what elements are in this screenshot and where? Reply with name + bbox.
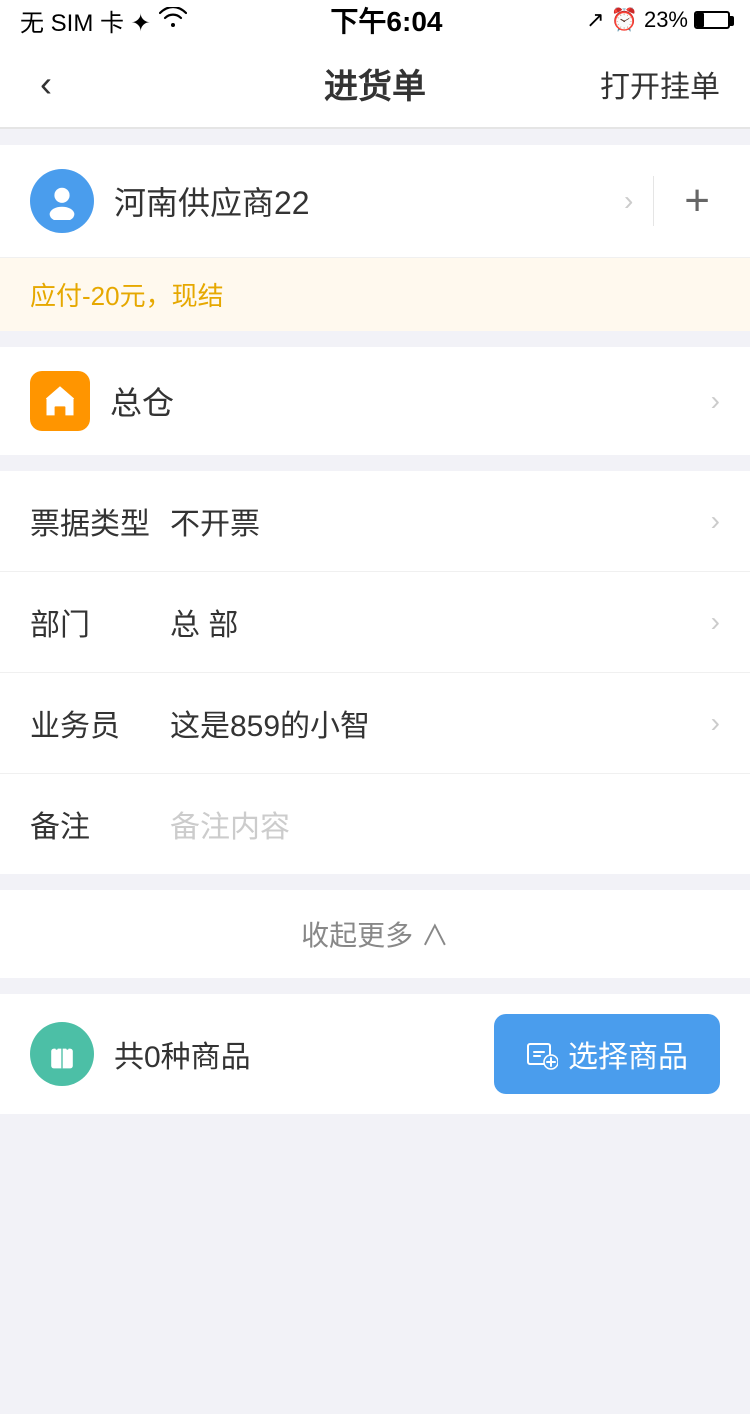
- battery-icon: [694, 11, 730, 29]
- add-supplier-button[interactable]: +: [674, 176, 720, 226]
- form-section: 票据类型 不开票 › 部门 总 部 › 业务员 这是859的小智 › 备注 备注…: [0, 471, 750, 874]
- open-pending-button[interactable]: 打开挂单: [600, 62, 720, 106]
- status-bar-time: 下午6:04: [330, 0, 442, 40]
- department-chevron-icon: ›: [711, 606, 720, 638]
- select-product-label: 选择商品: [568, 1032, 688, 1076]
- warehouse-row[interactable]: 总仓 ›: [0, 347, 750, 455]
- status-bar-left: 无 SIM 卡 ✦: [20, 3, 187, 38]
- collapse-label: 收起更多 ∧: [301, 914, 449, 954]
- select-product-button[interactable]: 选择商品: [494, 1014, 720, 1094]
- warehouse-card[interactable]: 总仓 ›: [0, 347, 750, 455]
- product-icon: [30, 1022, 94, 1086]
- remark-row[interactable]: 备注 备注内容: [0, 774, 750, 874]
- add-product-icon: [526, 1038, 558, 1070]
- warehouse-chevron-icon: ›: [711, 385, 720, 417]
- remark-label: 备注: [30, 802, 170, 846]
- nav-bar: ‹ 进货单 打开挂单: [0, 40, 750, 128]
- salesperson-value: 这是859的小智: [170, 701, 711, 745]
- alarm-icon: ⏰: [611, 7, 638, 33]
- person-icon: [43, 182, 81, 220]
- invoice-type-value: 不开票: [170, 499, 711, 543]
- supplier-chevron-icon: ›: [624, 185, 633, 217]
- notice-bar: 应付-20元，现结: [0, 258, 750, 331]
- department-value: 总 部: [170, 600, 711, 644]
- page-title: 进货单: [324, 59, 426, 108]
- invoice-type-label: 票据类型: [30, 499, 170, 543]
- notice-text: 应付-20元，现结: [30, 281, 224, 311]
- home-icon: [42, 383, 78, 419]
- back-button[interactable]: ‹: [30, 53, 62, 115]
- shopping-bag-icon: [44, 1036, 80, 1072]
- sim-indicator: 无 SIM 卡 ✦: [20, 3, 151, 38]
- product-count-label: 共0种商品: [114, 1032, 474, 1076]
- supplier-name: 河南供应商22: [114, 178, 624, 224]
- products-bar: 共0种商品 选择商品: [0, 994, 750, 1114]
- department-row[interactable]: 部门 总 部 ›: [0, 572, 750, 673]
- status-bar: 无 SIM 卡 ✦ 下午6:04 ↗ ⏰ 23%: [0, 0, 750, 40]
- invoice-type-chevron-icon: ›: [711, 505, 720, 537]
- salesperson-row[interactable]: 业务员 这是859的小智 ›: [0, 673, 750, 774]
- remark-input[interactable]: 备注内容: [170, 802, 720, 846]
- invoice-type-row[interactable]: 票据类型 不开票 ›: [0, 471, 750, 572]
- location-icon: ↗: [586, 7, 604, 33]
- status-bar-right: ↗ ⏰ 23%: [586, 7, 730, 33]
- wifi-icon: [159, 6, 187, 34]
- battery-text: 23%: [644, 7, 688, 33]
- vertical-divider: [653, 176, 654, 226]
- collapse-row[interactable]: 收起更多 ∧: [0, 890, 750, 978]
- salesperson-label: 业务员: [30, 701, 170, 745]
- warehouse-icon: [30, 371, 90, 431]
- department-label: 部门: [30, 600, 170, 644]
- bottom-area: [0, 1114, 750, 1414]
- supplier-card: 河南供应商22 › + 应付-20元，现结: [0, 145, 750, 331]
- salesperson-chevron-icon: ›: [711, 707, 720, 739]
- warehouse-name: 总仓: [110, 378, 711, 424]
- supplier-avatar: [30, 169, 94, 233]
- supplier-row[interactable]: 河南供应商22 › +: [0, 145, 750, 258]
